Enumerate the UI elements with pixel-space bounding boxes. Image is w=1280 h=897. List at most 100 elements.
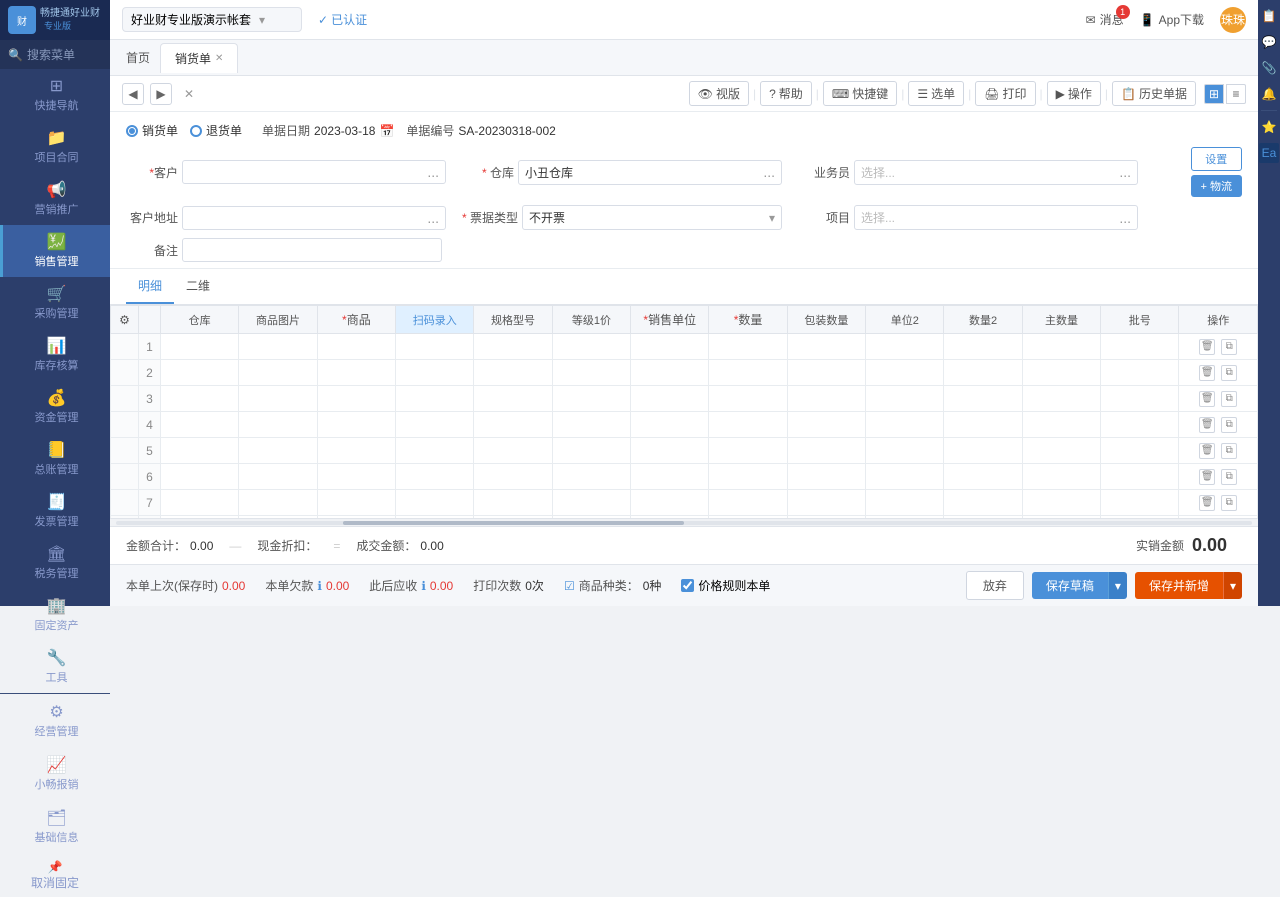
delete-row-4[interactable]: 🗑 bbox=[1199, 417, 1215, 433]
view-button[interactable]: 👁 视版 bbox=[689, 81, 749, 106]
prev-order-item: 本单上次(保存时) 0.00 bbox=[126, 577, 245, 594]
td-price-2[interactable] bbox=[552, 360, 630, 386]
sidebar-item-marketing[interactable]: 📢 营销推广 bbox=[0, 173, 110, 225]
delete-row-3[interactable]: 🗑 bbox=[1199, 391, 1215, 407]
copy-row-1[interactable]: ⧉ bbox=[1221, 339, 1237, 355]
sidebar-item-accounts[interactable]: 📒 总账管理 bbox=[0, 433, 110, 485]
rp-icon-4[interactable]: 🔔 bbox=[1259, 84, 1279, 104]
sidebar-item-quick-nav[interactable]: ⊞ 快捷导航 bbox=[0, 69, 110, 121]
warehouse-input[interactable]: 小丑仓库 ... bbox=[518, 160, 782, 185]
td-scan-1[interactable] bbox=[396, 334, 474, 360]
select-button[interactable]: ☰ 选单 bbox=[908, 81, 964, 106]
td-price-1[interactable] bbox=[552, 334, 630, 360]
save-new-button[interactable]: 保存并新增 bbox=[1135, 572, 1223, 599]
sidebar-item-invoice[interactable]: 🧾 发票管理 bbox=[0, 485, 110, 537]
company-dropdown-icon: ▾ bbox=[259, 13, 265, 27]
delete-row-1[interactable]: 🗑 bbox=[1199, 339, 1215, 355]
view-list-button[interactable]: ≡ bbox=[1226, 84, 1246, 104]
save-draft-arrow-button[interactable]: ▾ bbox=[1108, 572, 1127, 599]
view-grid-button[interactable]: ⊞ bbox=[1204, 84, 1224, 104]
address-dots[interactable]: ... bbox=[427, 211, 439, 225]
rp-icon-3[interactable]: 📎 bbox=[1259, 58, 1279, 78]
sidebar-item-tax[interactable]: 🏛 税务管理 bbox=[0, 537, 110, 589]
delete-row-5[interactable]: 🗑 bbox=[1199, 443, 1215, 459]
sidebar-item-cancel-pin[interactable]: 📌 取消固定 bbox=[0, 854, 110, 897]
company-selector[interactable]: 好业财专业版演示帐套 ▾ bbox=[122, 7, 302, 32]
tab-detail[interactable]: 明细 bbox=[126, 269, 174, 304]
rp-icon-5[interactable]: ⭐ bbox=[1259, 117, 1279, 137]
radio-return[interactable]: 退货单 bbox=[190, 122, 242, 139]
message-icon: ✉ bbox=[1086, 13, 1096, 27]
sidebar-item-assets[interactable]: 🏢 固定资产 bbox=[0, 589, 110, 641]
setting-button[interactable]: 设置 bbox=[1191, 147, 1242, 171]
project-input[interactable]: 选择... ... bbox=[854, 205, 1138, 230]
copy-row-5[interactable]: ⧉ bbox=[1221, 443, 1237, 459]
help-button[interactable]: ? 帮助 bbox=[760, 81, 812, 106]
tab-2d[interactable]: 二维 bbox=[174, 269, 222, 304]
td-qty-2[interactable] bbox=[709, 360, 787, 386]
sidebar-item-sales[interactable]: 💹 销售管理 bbox=[0, 225, 110, 277]
copy-row-3[interactable]: ⧉ bbox=[1221, 391, 1237, 407]
copy-row-7[interactable]: ⧉ bbox=[1221, 495, 1237, 511]
message-button[interactable]: ✉ 消息 1 bbox=[1086, 11, 1124, 28]
customer-dots[interactable]: ... bbox=[427, 165, 439, 179]
copy-row-2[interactable]: ⧉ bbox=[1221, 365, 1237, 381]
delete-row-6[interactable]: 🗑 bbox=[1199, 469, 1215, 485]
td-warehouse-2[interactable] bbox=[161, 360, 239, 386]
staff-dots[interactable]: ... bbox=[1119, 165, 1131, 179]
price-rule-checkbox[interactable]: 价格规则本单 bbox=[681, 577, 770, 594]
radio-sales[interactable]: 销货单 bbox=[126, 122, 178, 139]
print-button[interactable]: 🖨 打印 bbox=[975, 81, 1035, 106]
warehouse-dots[interactable]: ... bbox=[763, 165, 775, 179]
customer-input[interactable]: ... bbox=[182, 160, 446, 184]
operate-button[interactable]: ▶ 操作 bbox=[1047, 81, 1101, 106]
rp-icon-2[interactable]: 💬 bbox=[1259, 32, 1279, 52]
save-new-arrow-button[interactable]: ▾ bbox=[1223, 572, 1242, 599]
next-record-button[interactable]: ▶ bbox=[150, 83, 172, 105]
delete-row-7[interactable]: 🗑 bbox=[1199, 495, 1215, 511]
staff-input[interactable]: 选择... ... bbox=[854, 160, 1138, 185]
discard-button[interactable]: 放弃 bbox=[966, 571, 1024, 600]
address-input[interactable]: ... bbox=[182, 206, 446, 230]
sidebar-item-base[interactable]: 🗂 基础信息 bbox=[0, 800, 110, 853]
table-row: 4 🗑⧉ bbox=[111, 412, 1258, 438]
sidebar-item-project[interactable]: 📁 项目合同 bbox=[0, 121, 110, 173]
invoice-input[interactable]: 不开票 ▾ bbox=[522, 205, 782, 230]
td-warehouse-1[interactable] bbox=[161, 334, 239, 360]
td-product-2[interactable] bbox=[317, 360, 395, 386]
table-scrollbar[interactable] bbox=[110, 518, 1258, 526]
shortcut-button[interactable]: ⌨ 快捷键 bbox=[823, 81, 897, 106]
th-setting[interactable]: ⚙ bbox=[111, 306, 139, 334]
save-draft-button[interactable]: 保存草稿 bbox=[1032, 572, 1108, 599]
th-scan[interactable]: 扫码录入 bbox=[396, 306, 474, 334]
sidebar-item-tools[interactable]: 🔧 工具 bbox=[0, 641, 110, 693]
rp-icon-6[interactable]: Ea bbox=[1259, 143, 1279, 163]
tab-sales[interactable]: 销货单 ✕ bbox=[160, 43, 238, 73]
prev-record-button[interactable]: ◀ bbox=[122, 83, 144, 105]
sidebar-item-inventory[interactable]: 📊 库存核算 bbox=[0, 329, 110, 381]
price-rule-input[interactable] bbox=[681, 579, 694, 592]
add-logistics-button[interactable]: + 物流 bbox=[1191, 175, 1242, 197]
td-product-1[interactable] bbox=[317, 334, 395, 360]
rp-icon-1[interactable]: 📋 bbox=[1259, 6, 1279, 26]
copy-row-4[interactable]: ⧉ bbox=[1221, 417, 1237, 433]
tab-home[interactable]: 首页 bbox=[118, 43, 158, 72]
user-avatar[interactable]: 珠珠 bbox=[1220, 7, 1246, 33]
project-dots[interactable]: ... bbox=[1119, 211, 1131, 225]
calendar-icon[interactable]: 📅 bbox=[379, 124, 394, 138]
copy-row-6[interactable]: ⧉ bbox=[1221, 469, 1237, 485]
sidebar-item-purchase[interactable]: 🛒 采购管理 bbox=[0, 277, 110, 329]
note-input[interactable] bbox=[182, 238, 442, 262]
td-scan-2[interactable] bbox=[396, 360, 474, 386]
invoice-arrow[interactable]: ▾ bbox=[769, 211, 775, 225]
app-download-button[interactable]: 📱 App下载 bbox=[1140, 11, 1204, 28]
sidebar-item-reports[interactable]: 📈 小畅报销 bbox=[0, 747, 110, 800]
tab-close-icon[interactable]: ✕ bbox=[215, 53, 223, 64]
delete-row-2[interactable]: 🗑 bbox=[1199, 365, 1215, 381]
close-button[interactable]: ✕ bbox=[178, 83, 200, 105]
history-button[interactable]: 📋 历史单据 bbox=[1112, 81, 1196, 106]
sidebar-search[interactable]: 🔍 搜索菜单 bbox=[0, 40, 110, 69]
td-qty-1[interactable] bbox=[709, 334, 787, 360]
sidebar-item-operations[interactable]: ⚙ 经营管理 bbox=[0, 694, 110, 747]
sidebar-item-funds[interactable]: 💰 资金管理 bbox=[0, 381, 110, 433]
